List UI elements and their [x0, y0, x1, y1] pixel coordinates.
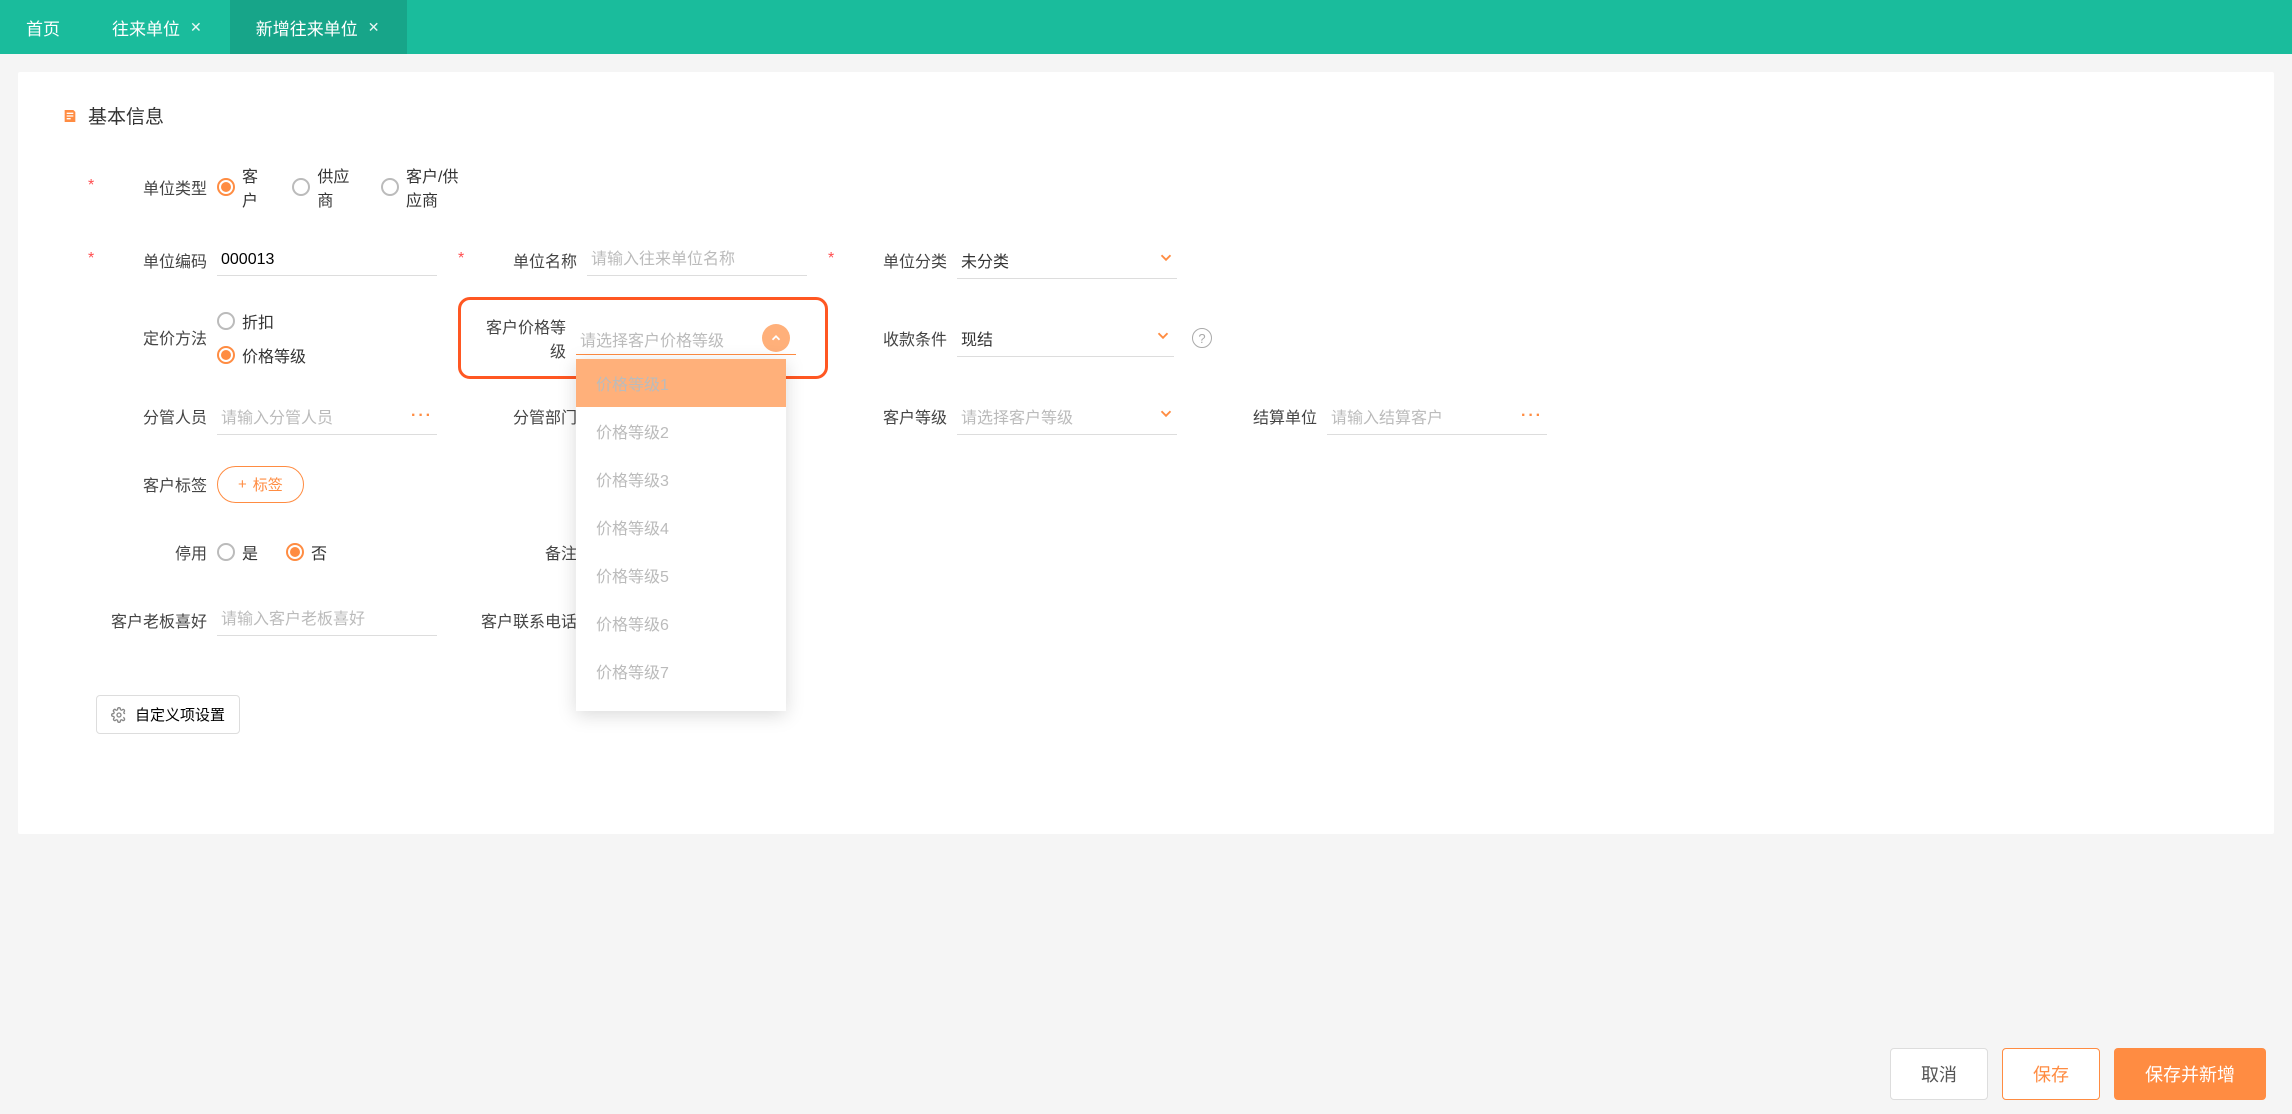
label-unit-code: 单位编码	[102, 248, 207, 272]
tab-label: 往来单位	[112, 15, 180, 40]
settle-unit-input[interactable]: 请输入结算客户 ···	[1327, 398, 1547, 435]
chevron-up-icon	[762, 324, 790, 352]
tab-label: 首页	[26, 15, 60, 40]
unit-code-input[interactable]	[217, 245, 437, 276]
label-remark: 备注	[472, 540, 577, 564]
help-icon[interactable]: ?	[1192, 328, 1212, 348]
unit-category-select[interactable]: 未分类	[957, 242, 1177, 279]
dropdown-option[interactable]: 价格等级3	[576, 455, 786, 503]
label-settle-unit: 结算单位	[1212, 404, 1317, 428]
label-payment-terms: 收款条件	[842, 326, 947, 350]
footer-actions: 取消 保存 保存并新增	[0, 1034, 2292, 1114]
radio-disabled-yes[interactable]: 是	[217, 540, 258, 564]
radio-supplier[interactable]: 供应商	[292, 163, 353, 211]
label-manager: 分管人员	[102, 404, 207, 428]
price-level-dropdown: 价格等级1 价格等级2 价格等级3 价格等级4 价格等级5 价格等级6 价格等级…	[576, 359, 786, 711]
dropdown-option[interactable]: 价格等级5	[576, 551, 786, 599]
tab-label: 新增往来单位	[256, 15, 358, 40]
gear-icon	[111, 707, 127, 723]
chevron-down-icon	[1157, 248, 1175, 271]
dropdown-option[interactable]: 价格等级1	[576, 359, 786, 407]
radio-discount[interactable]: 折扣	[217, 309, 306, 333]
price-level-select[interactable]: 请选择客户价格等级 价格等级1 价格等级2 价格等级3 价格等级4 价格等级5 …	[576, 321, 796, 355]
more-icon[interactable]: ···	[411, 407, 433, 425]
dropdown-option[interactable]: 价格等级4	[576, 503, 786, 551]
section-title: 基本信息	[88, 102, 164, 129]
label-unit-name: 单位名称	[472, 248, 577, 272]
label-customer-level: 客户等级	[842, 404, 947, 428]
dropdown-option[interactable]: 价格等级7	[576, 647, 786, 695]
tab-bar: 首页 往来单位 ✕ 新增往来单位 ✕	[0, 0, 2292, 54]
save-and-new-button[interactable]: 保存并新增	[2114, 1048, 2266, 1100]
plus-icon: +	[238, 476, 247, 493]
label-boss-pref: 客户老板喜好	[102, 608, 207, 632]
label-department: 分管部门	[472, 404, 577, 428]
close-icon[interactable]: ✕	[188, 17, 204, 38]
tab-contacts[interactable]: 往来单位 ✕	[86, 0, 230, 54]
customer-level-select[interactable]: 请选择客户等级	[957, 398, 1177, 435]
dropdown-option[interactable]: 价格等级8	[576, 695, 786, 711]
chevron-down-icon	[1157, 404, 1175, 427]
boss-pref-input[interactable]	[217, 605, 437, 636]
tab-home[interactable]: 首页	[0, 0, 86, 54]
custom-fields-button[interactable]: 自定义项设置	[96, 695, 240, 734]
radio-price-level[interactable]: 价格等级	[217, 343, 306, 367]
tab-add-contact[interactable]: 新增往来单位 ✕	[230, 0, 408, 54]
add-tag-button[interactable]: + 标签	[217, 466, 304, 503]
highlight-box: 客户价格等级 请选择客户价格等级 价格等级1 价格等级2 价格等级3 价格等级4…	[458, 297, 828, 379]
radio-both[interactable]: 客户/供应商	[381, 163, 472, 211]
radio-disabled-no[interactable]: 否	[286, 540, 327, 564]
close-icon[interactable]: ✕	[366, 17, 382, 38]
label-pricing-method: 定价方法	[102, 309, 207, 349]
section-header: 基本信息	[62, 102, 2230, 129]
dropdown-option[interactable]: 价格等级2	[576, 407, 786, 455]
note-icon	[62, 107, 78, 125]
manager-input[interactable]: 请输入分管人员 ···	[217, 398, 437, 435]
save-button[interactable]: 保存	[2002, 1048, 2100, 1100]
dropdown-option[interactable]: 价格等级6	[576, 599, 786, 647]
radio-customer[interactable]: 客户	[217, 163, 264, 211]
page-body: 基本信息 单位类型 客户 供应商 客户/供应商 单位编码 单位名称	[18, 72, 2274, 834]
cancel-button[interactable]: 取消	[1890, 1048, 1988, 1100]
label-price-level: 客户价格等级	[461, 314, 566, 362]
label-contact-phone: 客户联系电话	[472, 608, 577, 632]
chevron-down-icon	[1154, 326, 1172, 349]
label-unit-category: 单位分类	[842, 248, 947, 272]
label-disabled: 停用	[102, 540, 207, 564]
label-unit-type: 单位类型	[102, 175, 207, 199]
label-customer-tag: 客户标签	[102, 472, 207, 496]
more-icon[interactable]: ···	[1521, 407, 1543, 425]
payment-terms-select[interactable]: 现结	[957, 320, 1174, 357]
unit-name-input[interactable]	[587, 245, 807, 276]
